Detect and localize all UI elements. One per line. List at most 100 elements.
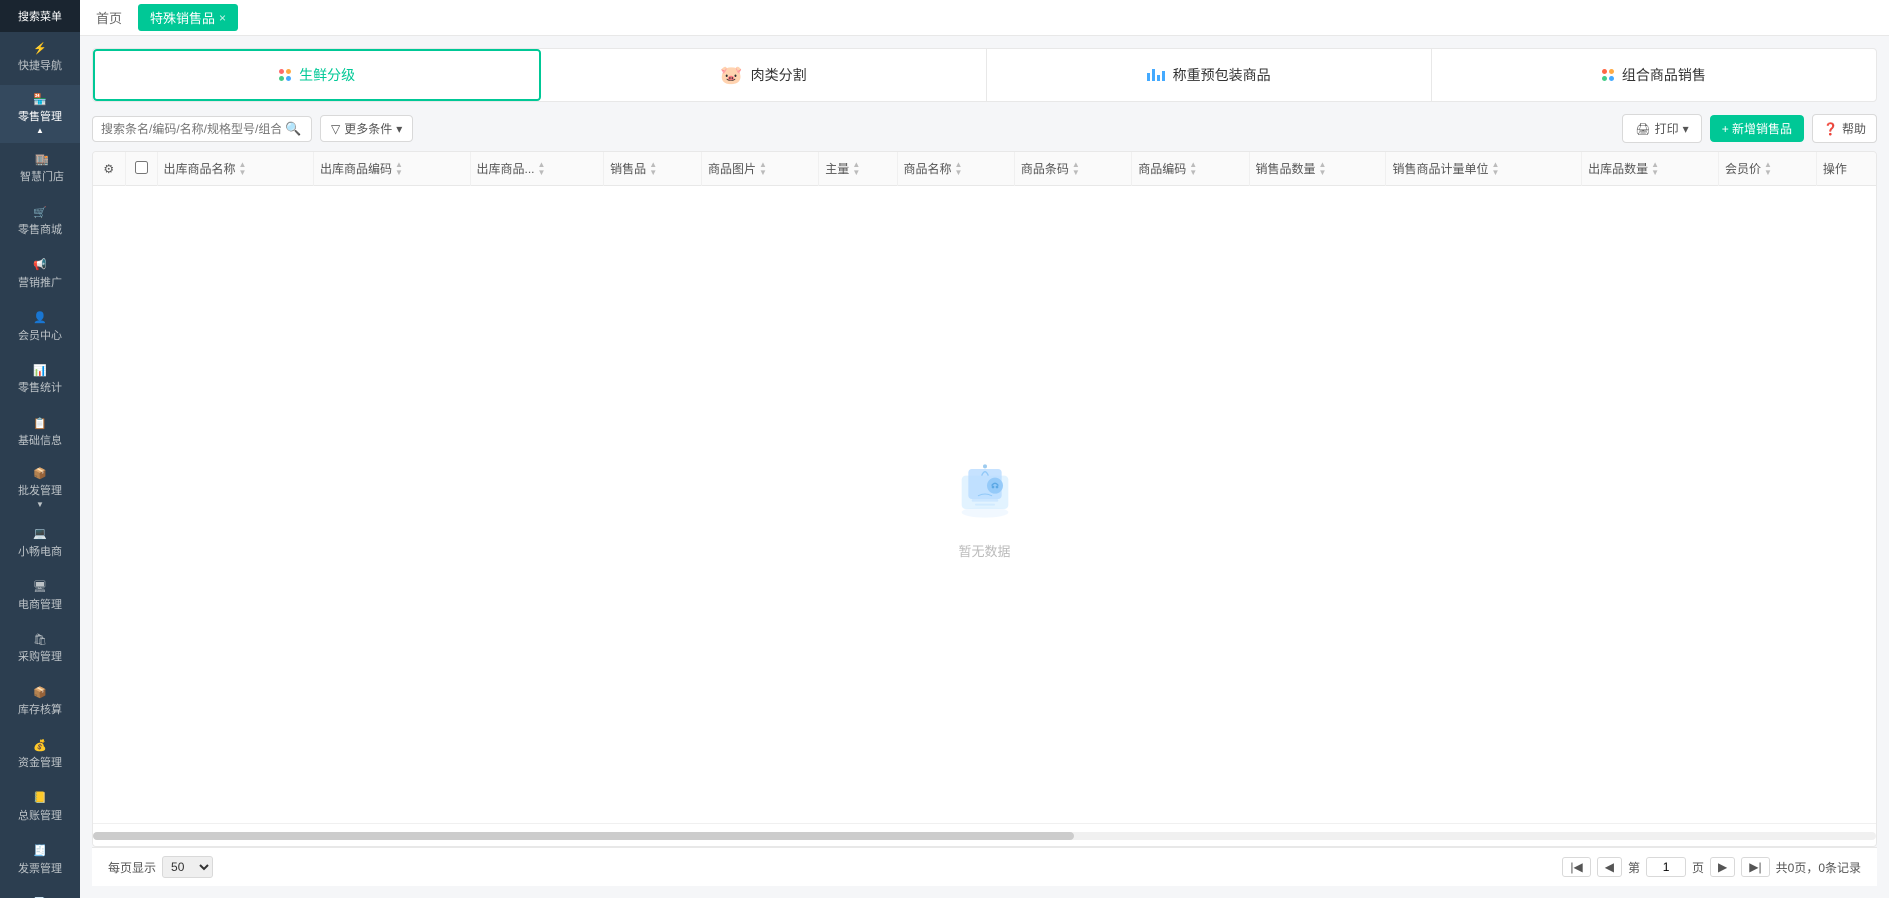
sort-arrows-out-qty: ▲▼ [1651, 161, 1659, 177]
basic-info-icon: 📋 [33, 417, 47, 432]
combo-sales-icon [1602, 69, 1614, 81]
per-page-label: 每页显示 [108, 859, 156, 876]
col-member-price[interactable]: 会员价 ▲▼ [1719, 152, 1817, 186]
tab-meat-cut-label: 肉类分割 [751, 65, 807, 85]
retail-mgmt-icon: 🏪 [33, 93, 47, 106]
col-settings[interactable]: ⚙ [93, 152, 125, 186]
scrollbar-thumb[interactable] [93, 832, 1074, 840]
sidebar-item-sales-promo[interactable]: 📢 营销推广 [0, 248, 80, 301]
select-all-checkbox[interactable] [135, 161, 148, 174]
pagination-left: 每页显示 10 20 50 100 [108, 856, 213, 878]
sidebar-item-finance[interactable]: 💰 资金管理 [0, 729, 80, 782]
chevron-down-icon-filter: ▾ [396, 122, 402, 136]
breadcrumb-home[interactable]: 首页 [96, 8, 122, 27]
sort-arrows-member-price: ▲▼ [1764, 161, 1772, 177]
tab-weight-pack[interactable]: 称重预包装商品 [987, 49, 1432, 101]
per-page-select[interactable]: 10 20 50 100 [162, 856, 213, 878]
purchase-mgmt-icon: 🛍 [33, 633, 47, 648]
col-item-name[interactable]: 商品名称 ▲▼ [897, 152, 1014, 186]
chevron-down-icon-print: ▾ [1683, 122, 1689, 136]
sidebar-item-ecom-mgmt[interactable]: 🖥 电商管理 [0, 570, 80, 623]
col-sale-unit[interactable]: 销售商品计量单位 ▲▼ [1386, 152, 1582, 186]
col-out-spec[interactable]: 出库商品... ▲▼ [470, 152, 604, 186]
search-input[interactable] [101, 122, 281, 136]
tab-combo-sales-label: 组合商品销售 [1622, 65, 1706, 85]
sort-arrows-out-spec: ▲▼ [538, 161, 546, 177]
search-box[interactable]: 🔍 [92, 116, 312, 142]
mini-ecom-icon: 💻 [33, 527, 47, 542]
col-barcode[interactable]: 商品条码 ▲▼ [1014, 152, 1131, 186]
sidebar-item-quick-nav[interactable]: ⚡ 快捷导航 [0, 32, 80, 85]
sort-arrows-barcode: ▲▼ [1072, 161, 1080, 177]
col-item-code[interactable]: 商品编码 ▲▼ [1132, 152, 1249, 186]
col-out-name[interactable]: 出库商品名称 ▲▼ [157, 152, 314, 186]
sidebar-logo[interactable]: 搜索菜单 [0, 0, 80, 32]
sidebar-item-wholesale-mgmt[interactable]: 📦 批发管理 ▼ [0, 459, 80, 517]
sidebar-item-label: 快捷导航 [18, 59, 62, 74]
toolbar-left: 🔍 ▽ 更多条件 ▾ [92, 115, 413, 142]
sidebar: 搜索菜单 ⚡ 快捷导航 🏪 零售管理 ▲ 🏬 智慧门店 🛒 零售商城 📢 营销推… [0, 0, 80, 898]
page-label: 第 [1628, 859, 1640, 876]
active-tab[interactable]: 特殊销售品 × [138, 4, 238, 31]
sidebar-item-retail-mgmt[interactable]: 🏪 零售管理 ▲ [0, 85, 80, 143]
retail-mall-icon: 🛒 [33, 206, 47, 221]
data-table: ⚙ 出库商品名称 ▲▼ 出库 [93, 152, 1876, 186]
settings-col-icon: ⚙ [103, 162, 114, 176]
sidebar-item-mini-ecom[interactable]: 💻 小畅电商 [0, 517, 80, 570]
sidebar-item-smart-store[interactable]: 🏬 智慧门店 [0, 143, 80, 196]
sidebar-item-tax[interactable]: 📑 税务管理 [0, 887, 80, 898]
sidebar-item-invoice[interactable]: 🧾 发票管理 [0, 834, 80, 887]
sort-arrows-item-code: ▲▼ [1189, 161, 1197, 177]
help-button[interactable]: ❓ 帮助 [1812, 114, 1877, 143]
sidebar-item-retail-stats[interactable]: 📊 零售统计 [0, 354, 80, 407]
col-check[interactable] [125, 152, 157, 186]
col-out-code[interactable]: 出库商品编码 ▲▼ [314, 152, 471, 186]
total-records: 共0页，0条记录 [1776, 859, 1861, 876]
tab-fresh-grade-label: 生鲜分级 [299, 65, 355, 85]
tab-meat-cut[interactable]: 🐷 肉类分割 [541, 49, 986, 101]
search-icon: 🔍 [285, 121, 301, 137]
pagination-right: |◀ ◀ 第 页 ▶ ▶| 共0页，0条记录 [1562, 857, 1861, 877]
col-out-qty[interactable]: 出库品数量 ▲▼ [1582, 152, 1719, 186]
finance-icon: 💰 [33, 739, 47, 754]
last-page-button[interactable]: ▶| [1741, 857, 1769, 877]
sort-arrows-main-unit: ▲▼ [852, 161, 860, 177]
empty-state: 暂无数据 [93, 186, 1876, 823]
general-ledger-icon: 📒 [33, 791, 47, 806]
first-page-button[interactable]: |◀ [1562, 857, 1590, 877]
invoice-icon: 🧾 [33, 844, 47, 859]
table-wrapper: ⚙ 出库商品名称 ▲▼ 出库 [92, 151, 1877, 847]
topbar: 首页 特殊销售品 × [80, 0, 1889, 36]
sort-arrows-item-name: ▲▼ [955, 161, 963, 177]
sidebar-item-basic-info[interactable]: 📋 基础信息 [0, 407, 80, 460]
tab-combo-sales[interactable]: 组合商品销售 [1432, 49, 1876, 101]
filter-button[interactable]: ▽ 更多条件 ▾ [320, 115, 413, 142]
page-number-input[interactable] [1646, 857, 1686, 877]
fresh-grade-icon [279, 69, 291, 81]
next-page-button[interactable]: ▶ [1710, 857, 1735, 877]
new-sale-item-button[interactable]: + 新增销售品 [1710, 115, 1804, 142]
col-item-img[interactable]: 商品图片 ▲▼ [701, 152, 818, 186]
col-main-unit[interactable]: 主量 ▲▼ [819, 152, 897, 186]
sidebar-item-members[interactable]: 👤 会员中心 [0, 301, 80, 354]
page-content: 生鲜分级 🐷 肉类分割 称重预包装商品 [80, 36, 1889, 898]
col-sale-item[interactable]: 销售品 ▲▼ [604, 152, 702, 186]
print-button[interactable]: 🖨 打印 ▾ [1622, 114, 1701, 143]
sidebar-item-inventory[interactable]: 📦 库存核算 [0, 676, 80, 729]
horizontal-scrollbar[interactable] [93, 832, 1876, 840]
tab-fresh-grade[interactable]: 生鲜分级 [93, 49, 541, 101]
sort-arrows-out-code: ▲▼ [395, 161, 403, 177]
sidebar-item-general-ledger[interactable]: 📒 总账管理 [0, 781, 80, 834]
tab-close-button[interactable]: × [219, 11, 226, 25]
filter-icon: ▽ [331, 122, 340, 136]
prev-page-button[interactable]: ◀ [1597, 857, 1622, 877]
category-tabs: 生鲜分级 🐷 肉类分割 称重预包装商品 [92, 48, 1877, 102]
page-unit: 页 [1692, 859, 1704, 876]
toolbar-right: 🖨 打印 ▾ + 新增销售品 ❓ 帮助 [1622, 114, 1877, 143]
empty-state-text: 暂无数据 [958, 541, 1010, 560]
sidebar-item-retail-mall[interactable]: 🛒 零售商城 [0, 196, 80, 249]
sort-arrows-sale-qty: ▲▼ [1319, 161, 1327, 177]
col-sale-qty[interactable]: 销售品数量 ▲▼ [1249, 152, 1386, 186]
sidebar-item-purchase-mgmt[interactable]: 🛍 采购管理 [0, 623, 80, 676]
weight-pack-icon [1147, 69, 1165, 81]
